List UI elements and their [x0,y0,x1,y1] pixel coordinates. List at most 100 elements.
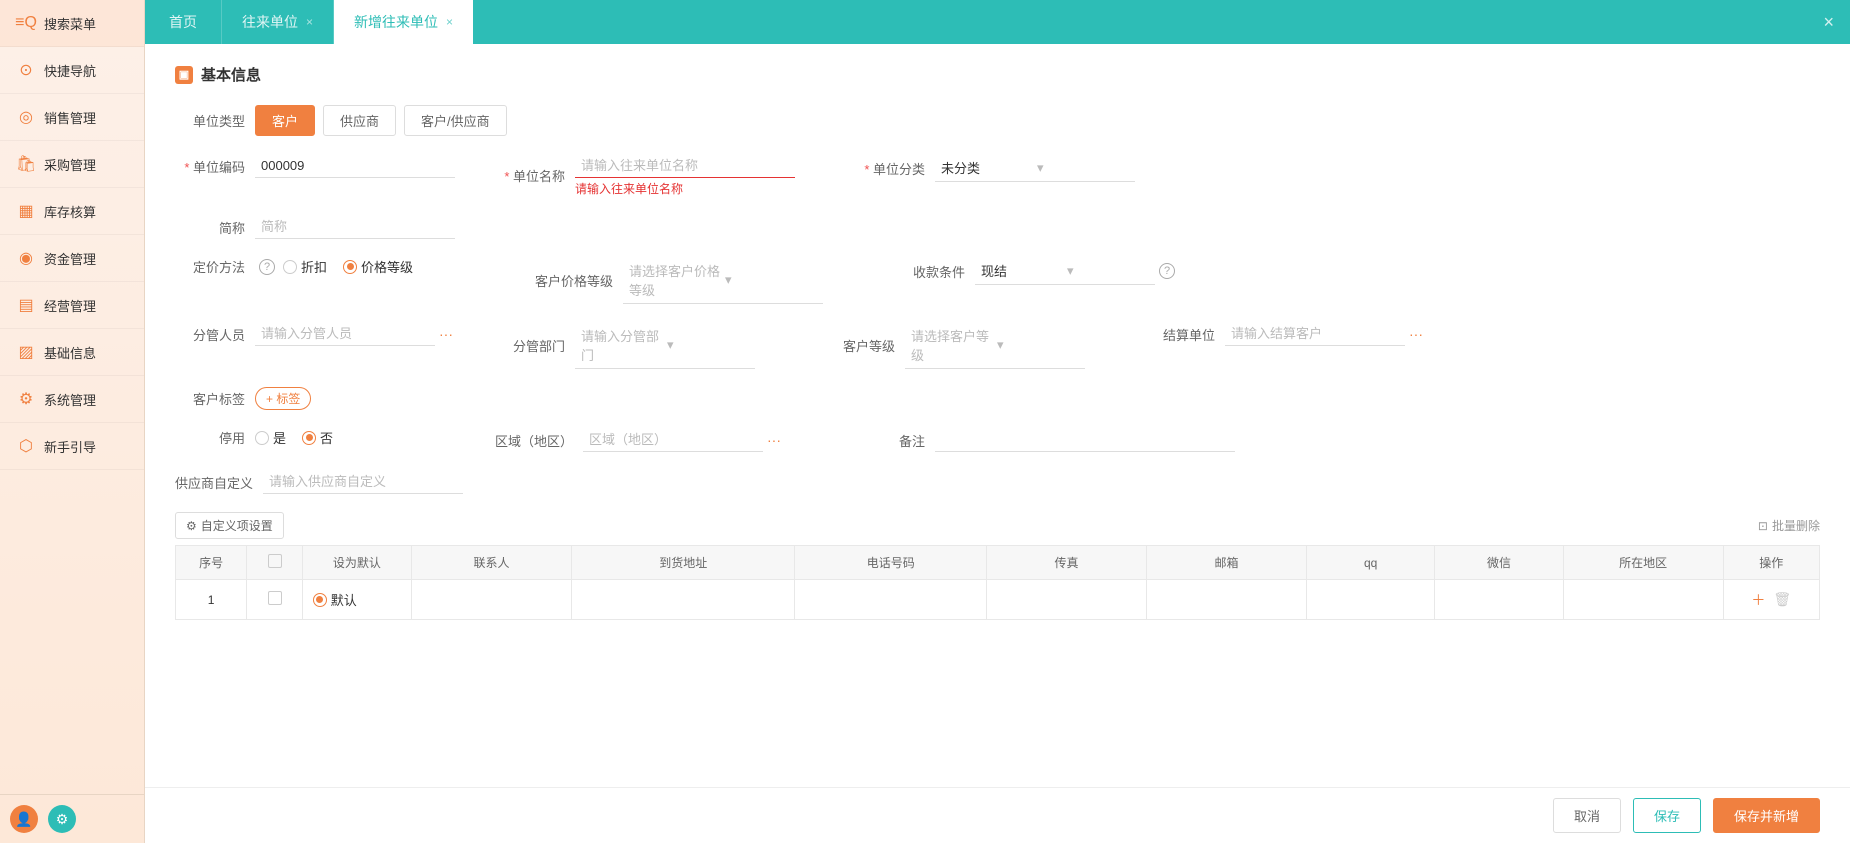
customer-price-level-placeholder: 请选择客户价格等级 [629,261,721,299]
unit-category-value: 未分类 [941,158,1033,177]
close-all-tabs-icon[interactable]: × [1823,12,1834,33]
sidebar: ≡Q 搜索菜单 ⊙ 快捷导航 ◎ 销售管理 🛍 采购管理 ▦ 库存核算 ◉ 资金… [0,0,145,843]
unit-name-input[interactable] [575,154,795,178]
unit-code-input[interactable] [255,154,455,178]
cell-wechat [1435,580,1563,620]
cell-default: 默认 [302,580,411,620]
disabled-yes-radio[interactable] [255,431,269,445]
batch-delete-button[interactable]: ⊡ 批量删除 [1758,517,1820,534]
fax-input[interactable] [1027,588,1107,611]
col-contact: 联系人 [412,546,572,580]
default-radio[interactable] [313,593,327,607]
select-all-checkbox[interactable] [268,554,282,568]
payment-terms-select[interactable]: 现结 ▾ [975,257,1155,285]
row-checkbox[interactable] [268,591,282,605]
payment-terms-help-icon[interactable]: ? [1159,263,1175,279]
payment-terms-field: 收款条件 现结 ▾ ? [895,257,1820,285]
add-tag-button[interactable]: + 标签 [255,387,311,410]
sidebar-item-search-menu[interactable]: ≡Q 搜索菜单 [0,0,144,47]
col-region: 所在地区 [1563,546,1723,580]
add-row-icon[interactable]: ＋ [1751,590,1765,610]
disabled-yes-option[interactable]: 是 [255,428,286,447]
region-more-icon[interactable]: ··· [767,432,781,448]
sidebar-item-ops-mgmt[interactable]: ▤ 经营管理 [0,282,144,329]
unit-btn-supplier[interactable]: 供应商 [323,105,396,136]
col-wechat: 微信 [1435,546,1563,580]
purchase-mgmt-icon: 🛍 [16,154,36,174]
cell-checkbox [247,580,302,620]
supervisor-more-icon[interactable]: ··· [439,326,453,342]
contact-input[interactable] [452,588,532,611]
phone-input[interactable] [841,588,941,611]
supervisor-input[interactable] [255,322,435,346]
save-new-button[interactable]: 保存并新增 [1713,798,1820,833]
qq-input[interactable] [1341,588,1401,611]
user-avatar[interactable]: 👤 [10,805,38,833]
tab-partner-list-label: 往来单位 [242,12,298,32]
cell-address [572,580,795,620]
dept-select[interactable]: 请输入分管部门 ▾ [575,322,755,369]
settlement-unit-label: 结算单位 [1145,325,1225,344]
pricing-method-help-icon[interactable]: ? [259,259,275,275]
customer-price-level-select[interactable]: 请选择客户价格等级 ▾ [623,257,823,304]
customer-level-chevron-icon: ▾ [997,337,1079,353]
custom-settings-label: 自定义项设置 [201,517,273,534]
settlement-unit-more-icon[interactable]: ··· [1409,326,1423,342]
email-input[interactable] [1187,588,1267,611]
disabled-no-option[interactable]: 否 [302,428,333,447]
sidebar-item-new-guide[interactable]: ⬡ 新手引导 [0,423,144,470]
short-name-input[interactable] [255,215,455,239]
settings-icon-bottom[interactable]: ⚙ [48,805,76,833]
cell-contact [412,580,572,620]
disabled-row: 停用 是 否 区域（地区） ··· [175,428,1820,452]
pricing-level-option[interactable]: 价格等级 [343,257,413,276]
sidebar-item-basic-info[interactable]: ▨ 基础信息 [0,329,144,376]
sidebar-item-inventory[interactable]: ▦ 库存核算 [0,188,144,235]
sidebar-item-sys-mgmt[interactable]: ⚙ 系统管理 [0,376,144,423]
close-new-partner-tab-icon[interactable]: × [446,15,453,29]
region-input[interactable] [583,428,763,452]
supervisor-row: 分管人员 ··· 分管部门 请输入分管部门 ▾ 客户等级 请选择客户等级 ▾ [175,322,1820,369]
table-row: 1 默认 [176,580,1820,620]
sidebar-item-purchase-mgmt[interactable]: 🛍 采购管理 [0,141,144,188]
wechat-input[interactable] [1469,588,1529,611]
disabled-no-radio[interactable] [302,431,316,445]
col-fax: 传真 [987,546,1147,580]
delete-row-icon[interactable]: 🗑 [1773,591,1791,608]
close-partner-list-tab-icon[interactable]: × [306,15,313,29]
section-title: ▣ 基本信息 [175,64,1820,85]
pricing-discount-label: 折扣 [301,257,327,276]
region-table-input[interactable] [1603,588,1683,611]
ops-mgmt-icon: ▤ [16,295,36,315]
tab-home[interactable]: 首页 [145,0,222,44]
save-button[interactable]: 保存 [1633,798,1701,833]
unit-btn-both[interactable]: 客户/供应商 [404,105,507,136]
cancel-button[interactable]: 取消 [1553,798,1621,833]
address-input[interactable] [623,588,743,611]
sidebar-bottom: 👤 ⚙ [0,794,144,843]
region-field: 区域（地区） ··· [495,428,855,452]
tab-new-partner[interactable]: 新增往来单位 × [334,0,473,44]
default-radio-option[interactable]: 默认 [313,590,401,609]
remarks-input[interactable] [935,428,1235,452]
custom-settings-button[interactable]: ⚙ 自定义项设置 [175,512,284,539]
sidebar-item-finance-mgmt[interactable]: ◉ 资金管理 [0,235,144,282]
sidebar-item-sales-mgmt[interactable]: ◎ 销售管理 [0,94,144,141]
col-address: 到货地址 [572,546,795,580]
unit-category-select[interactable]: 未分类 ▾ [935,154,1135,182]
settlement-unit-input[interactable] [1225,322,1405,346]
col-default: 设为默认 [302,546,411,580]
pricing-level-radio[interactable] [343,260,357,274]
customer-level-select[interactable]: 请选择客户等级 ▾ [905,322,1085,369]
tab-partner-list[interactable]: 往来单位 × [222,0,334,44]
supplier-custom-input[interactable] [263,470,463,494]
payment-terms-chevron-icon: ▾ [1067,263,1149,279]
contact-table: 序号 设为默认 联系人 到货地址 电话号码 传真 邮箱 qq 微信 所在地区 操… [175,545,1820,620]
unit-btn-customer[interactable]: 客户 [255,105,315,136]
col-index: 序号 [176,546,247,580]
sidebar-item-quick-nav[interactable]: ⊙ 快捷导航 [0,47,144,94]
col-phone: 电话号码 [795,546,987,580]
pricing-discount-option[interactable]: 折扣 [283,257,327,276]
pricing-discount-radio[interactable] [283,260,297,274]
sidebar-label-purchase-mgmt: 采购管理 [44,155,96,174]
